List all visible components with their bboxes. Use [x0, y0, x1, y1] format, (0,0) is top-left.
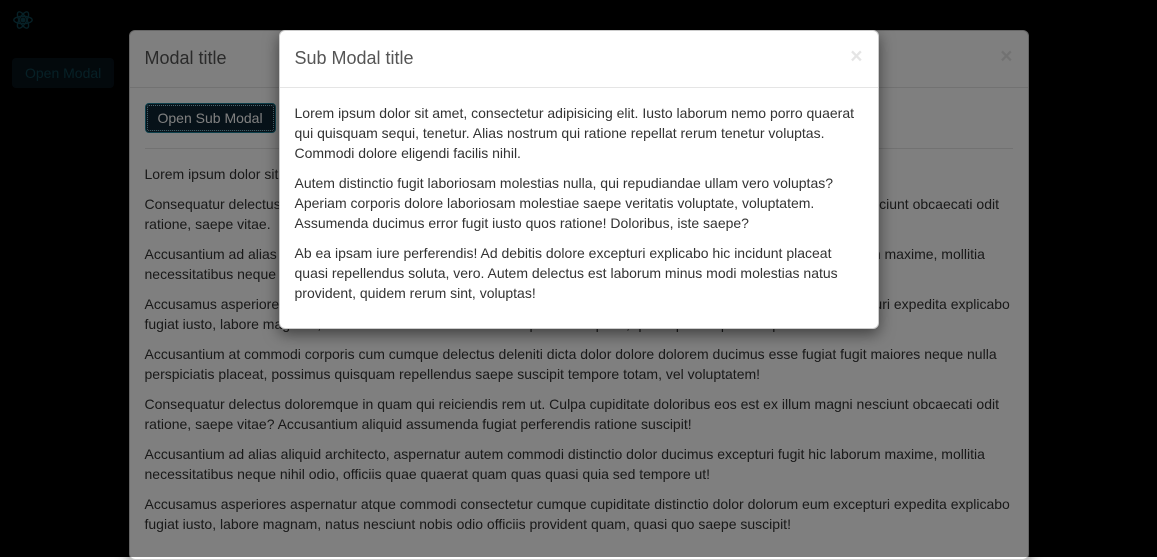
- sub-modal-header: Sub Modal title ×: [280, 31, 878, 88]
- close-icon[interactable]: ×: [850, 46, 862, 67]
- sub-modal-paragraph: Autem distinctio fugit laboriosam molest…: [295, 173, 863, 233]
- sub-modal-title: Sub Modal title: [295, 48, 414, 68]
- sub-modal-dialog: Sub Modal title × Lorem ipsum dolor sit …: [279, 30, 879, 329]
- sub-modal-paragraph: Lorem ipsum dolor sit amet, consectetur …: [295, 103, 863, 163]
- sub-modal-paragraph: Ab ea ipsam iure perferendis! Ad debitis…: [295, 243, 863, 303]
- sub-modal-body: Lorem ipsum dolor sit amet, consectetur …: [280, 88, 878, 328]
